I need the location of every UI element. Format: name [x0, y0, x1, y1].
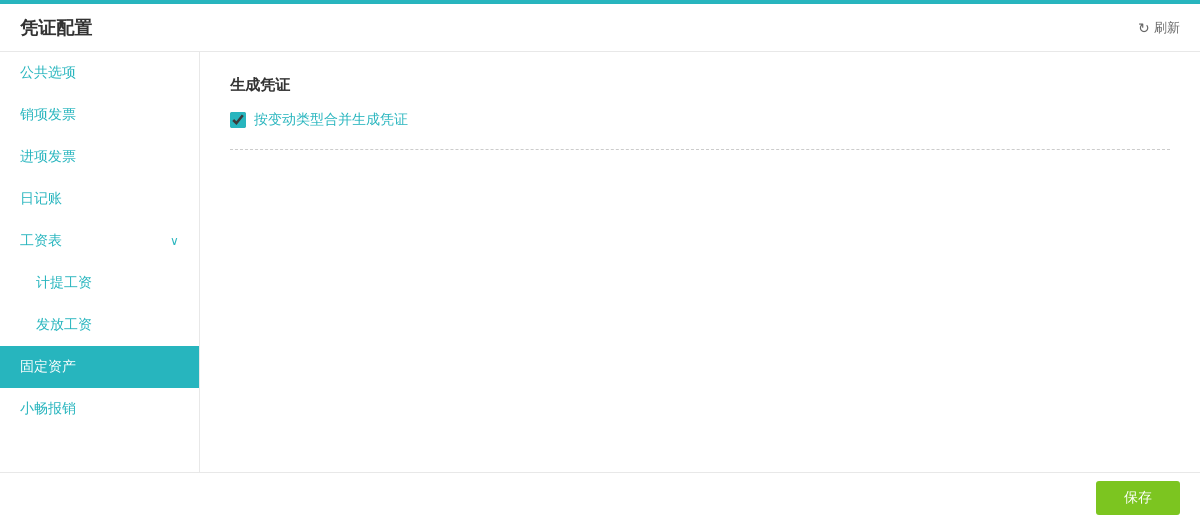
sidebar-item-diary-account[interactable]: 日记账 — [0, 178, 199, 220]
merge-checkbox[interactable] — [230, 112, 246, 128]
sidebar-label: 进项发票 — [20, 148, 76, 166]
refresh-icon: ↻ — [1138, 20, 1150, 36]
checkbox-row: 按变动类型合并生成凭证 — [230, 111, 1170, 129]
sidebar-item-expense-report[interactable]: 小畅报销 — [0, 388, 199, 430]
save-button[interactable]: 保存 — [1096, 481, 1180, 515]
sidebar-label: 发放工资 — [36, 316, 92, 334]
sidebar-item-fixed-assets[interactable]: 固定资产 — [0, 346, 199, 388]
refresh-label: 刷新 — [1154, 19, 1180, 37]
sidebar-label: 日记账 — [20, 190, 62, 208]
sidebar-label: 固定资产 — [20, 358, 76, 376]
section-divider — [230, 149, 1170, 150]
refresh-button[interactable]: ↻ 刷新 — [1138, 19, 1180, 37]
sidebar-label: 工资表 — [20, 232, 62, 250]
sidebar-label: 公共选项 — [20, 64, 76, 82]
sidebar-item-purchase-invoice[interactable]: 进项发票 — [0, 136, 199, 178]
sidebar-label: 小畅报销 — [20, 400, 76, 418]
sidebar-item-calc-payroll[interactable]: 计提工资 — [0, 262, 199, 304]
sidebar-item-payroll-table[interactable]: 工资表 ∨ — [0, 220, 199, 262]
sidebar-item-distribute-payroll[interactable]: 发放工资 — [0, 304, 199, 346]
page-header: 凭证配置 ↻ 刷新 — [0, 4, 1200, 52]
page-footer: 保存 — [0, 472, 1200, 522]
checkbox-label[interactable]: 按变动类型合并生成凭证 — [254, 111, 408, 129]
main-layout: 公共选项销项发票进项发票日记账工资表 ∨ 计提工资发放工资固定资产小畅报销 生成凭证… — [0, 52, 1200, 472]
chevron-down-icon: ∨ — [170, 234, 179, 248]
sidebar-label: 销项发票 — [20, 106, 76, 124]
sidebar-item-sales-invoice[interactable]: 销项发票 — [0, 94, 199, 136]
sidebar-item-public-options[interactable]: 公共选项 — [0, 52, 199, 94]
page-title: 凭证配置 — [20, 16, 92, 40]
content-area: 生成凭证 按变动类型合并生成凭证 — [200, 52, 1200, 472]
sidebar-label: 计提工资 — [36, 274, 92, 292]
sidebar: 公共选项销项发票进项发票日记账工资表 ∨ 计提工资发放工资固定资产小畅报销 — [0, 52, 200, 472]
section-title: 生成凭证 — [230, 76, 1170, 95]
